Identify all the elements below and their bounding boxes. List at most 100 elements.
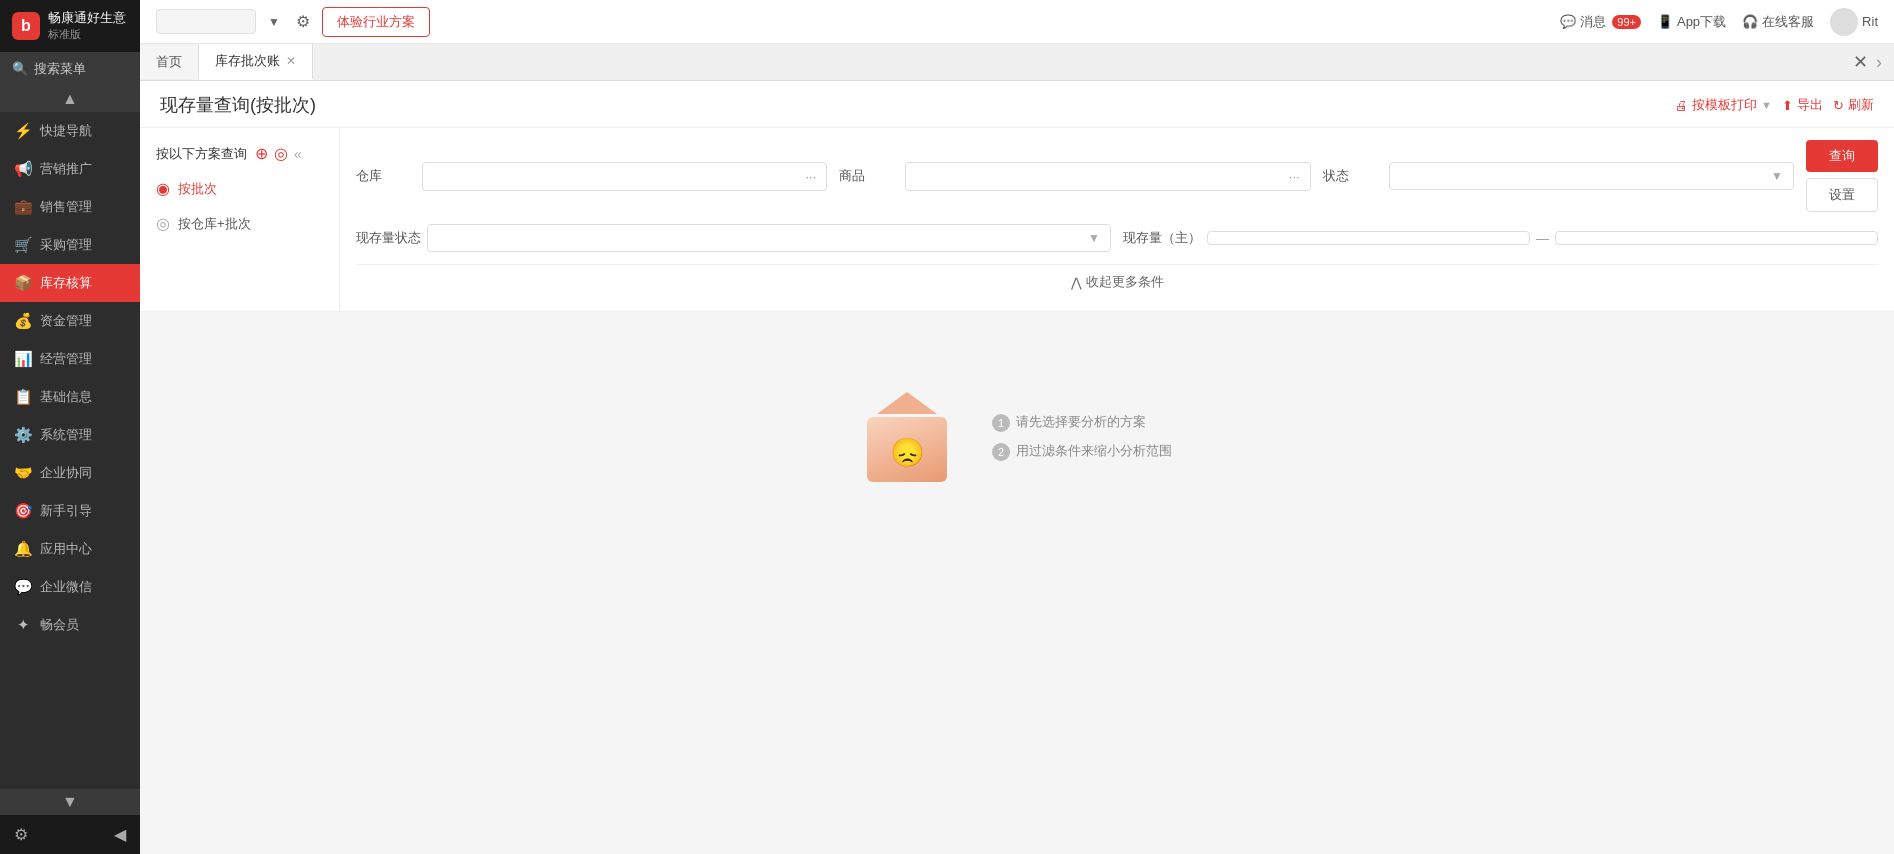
product-more-icon[interactable]: ··· [1289,169,1300,184]
product-input[interactable]: ··· [905,162,1310,191]
warehouse-label: 仓库 [356,167,416,185]
print-btn[interactable]: 🖨 按模板打印 ▼ [1675,96,1772,114]
sidebar-item-finance[interactable]: 💰 资金管理 [0,302,140,340]
sidebar-item-system[interactable]: ⚙️ 系统管理 [0,416,140,454]
operations-icon: 📊 [14,350,32,368]
sidebar-item-label: 企业协同 [40,464,92,482]
inventory-status-field: 现存量状态 ▼ [356,224,1111,252]
sidebar-item-app-center[interactable]: 🔔 应用中心 [0,530,140,568]
status-label: 状态 [1323,167,1383,185]
export-label: 导出 [1797,96,1823,114]
panel-expand-icon[interactable]: › [1876,52,1882,73]
topbar-search-input[interactable] [156,9,256,34]
sidebar-item-onboarding[interactable]: 🎯 新手引导 [0,492,140,530]
topbar-dropdown-btn[interactable]: ▼ [268,15,280,29]
main-area: ▼ ⚙ 体验行业方案 💬 消息 99+ 📱 App下载 🎧 在线客服 Rit [140,0,1894,854]
sidebar-nav: ⚡ 快捷导航 📢 营销推广 💼 销售管理 🛒 采购管理 📦 库存核算 💰 资金管… [0,112,140,789]
content-area: 现存量查询(按批次) 🖨 按模板打印 ▼ ⬆ 导出 ↻ 刷新 [140,81,1894,854]
sidebar-item-label: 采购管理 [40,236,92,254]
sidebar-item-membership[interactable]: ✦ 畅会员 [0,606,140,644]
filter-option-by-warehouse-batch[interactable]: ◎ 按仓库+批次 [140,206,339,241]
sidebar-item-sales[interactable]: 💼 销售管理 [0,188,140,226]
page-title: 现存量查询(按批次) [160,93,316,117]
print-label: 按模板打印 [1692,96,1757,114]
filter-option-by-batch[interactable]: ◉ 按批次 [140,171,339,206]
topbar-gear-icon[interactable]: ⚙ [296,12,310,31]
headset-icon: 🎧 [1742,14,1758,29]
sidebar-item-purchase[interactable]: 🛒 采购管理 [0,226,140,264]
refresh-btn[interactable]: ↻ 刷新 [1833,96,1874,114]
sidebar-scroll-down[interactable]: ▼ [0,789,140,815]
warehouse-input[interactable]: ··· [422,162,827,191]
message-btn[interactable]: 💬 消息 99+ [1560,13,1641,31]
export-icon: ⬆ [1782,98,1793,113]
sidebar-item-label: 经营管理 [40,350,92,368]
sidebar-item-label: 畅会员 [40,616,79,634]
onboarding-icon: 🎯 [14,502,32,520]
membership-icon: ✦ [14,616,32,634]
collapse-sidebar-icon[interactable]: ◀ [114,825,126,844]
active-option-icon: ◉ [156,179,170,198]
sidebar-item-basics[interactable]: 📋 基础信息 [0,378,140,416]
sidebar-search[interactable]: 🔍 搜索菜单 [0,52,140,86]
basics-icon: 📋 [14,388,32,406]
app-download-btn[interactable]: 📱 App下载 [1657,13,1726,31]
status-field: 状态 ▼ [1323,162,1794,190]
query-btn[interactable]: 查询 [1806,140,1878,172]
tab-close-icon[interactable]: ✕ [286,54,296,68]
sidebar-item-quick-nav[interactable]: ⚡ 快捷导航 [0,112,140,150]
product-label: 商品 [839,167,899,185]
purchase-icon: 🛒 [14,236,32,254]
sidebar-item-label: 基础信息 [40,388,92,406]
search-icon: 🔍 [12,61,28,76]
product-field: 商品 ··· [839,162,1310,191]
filter-row-1: 仓库 ··· 商品 ··· 状态 [356,140,1878,212]
filter-sidebar: 按以下方案查询 ⊕ ◎ « ◉ 按批次 ◎ 按仓库+批次 [140,128,340,311]
filter-option-label: 按批次 [178,180,217,198]
sidebar: b 畅康通好生意 标准版 🔍 搜索菜单 ▲ ⚡ 快捷导航 📢 营销推广 💼 销售… [0,0,140,854]
settings-btn[interactable]: 设置 [1806,178,1878,212]
user-label: Rit [1862,14,1878,29]
inventory-qty-max[interactable] [1555,231,1878,245]
sidebar-scroll-up[interactable]: ▲ [0,86,140,112]
panel-close-btn[interactable]: ✕ [1853,51,1868,73]
sidebar-item-inventory[interactable]: 📦 库存核算 [0,264,140,302]
inventory-status-select[interactable]: ▼ [427,224,1111,252]
filter-row-2: 现存量状态 ▼ 现存量（主） — [356,224,1878,252]
sidebar-item-label: 销售管理 [40,198,92,216]
user-menu-btn[interactable]: Rit [1830,8,1878,36]
experience-btn[interactable]: 体验行业方案 [322,7,430,37]
export-btn[interactable]: ⬆ 导出 [1782,96,1823,114]
warehouse-field: 仓库 ··· [356,162,827,191]
inventory-qty-min[interactable] [1207,231,1530,245]
sidebar-item-marketing[interactable]: 📢 营销推广 [0,150,140,188]
online-service-btn[interactable]: 🎧 在线客服 [1742,13,1814,31]
add-filter-icon[interactable]: ⊕ [255,144,268,163]
empty-illustration: 😞 [862,392,962,492]
sidebar-item-enterprise-wechat[interactable]: 💬 企业微信 [0,568,140,606]
warehouse-more-icon[interactable]: ··· [805,169,816,184]
filter-collapse-icon[interactable]: « [294,146,302,162]
collapse-more-btn[interactable]: ⋀ 收起更多条件 [356,264,1878,299]
filter-settings-icon[interactable]: ◎ [274,144,288,163]
filter-form: 仓库 ··· 商品 ··· 状态 [340,128,1894,311]
tab-inventory-batch[interactable]: 库存批次账 ✕ [199,44,313,80]
tab-home[interactable]: 首页 [140,45,199,79]
empty-state: 😞 1 请先选择要分析的方案 2 用过滤条件来缩小分析范围 [140,312,1894,572]
filter-option-label: 按仓库+批次 [178,215,251,233]
sidebar-item-enterprise[interactable]: 🤝 企业协同 [0,454,140,492]
filter-panel: 按以下方案查询 ⊕ ◎ « ◉ 按批次 ◎ 按仓库+批次 [140,128,1894,312]
app-center-icon: 🔔 [14,540,32,558]
online-service-label: 在线客服 [1762,13,1814,31]
filter-sidebar-title: 按以下方案查询 ⊕ ◎ « [140,140,339,171]
sidebar-item-operations[interactable]: 📊 经营管理 [0,340,140,378]
enterprise-icon: 🤝 [14,464,32,482]
message-label: 消息 [1580,13,1606,31]
settings-icon[interactable]: ⚙ [14,825,28,844]
sidebar-item-label: 营销推广 [40,160,92,178]
collapse-label: 收起更多条件 [1086,273,1164,291]
marketing-icon: 📢 [14,160,32,178]
status-select[interactable]: ▼ [1389,162,1794,190]
app-title: 畅康通好生意 [48,10,126,27]
hint-2-num: 2 [992,443,1010,461]
